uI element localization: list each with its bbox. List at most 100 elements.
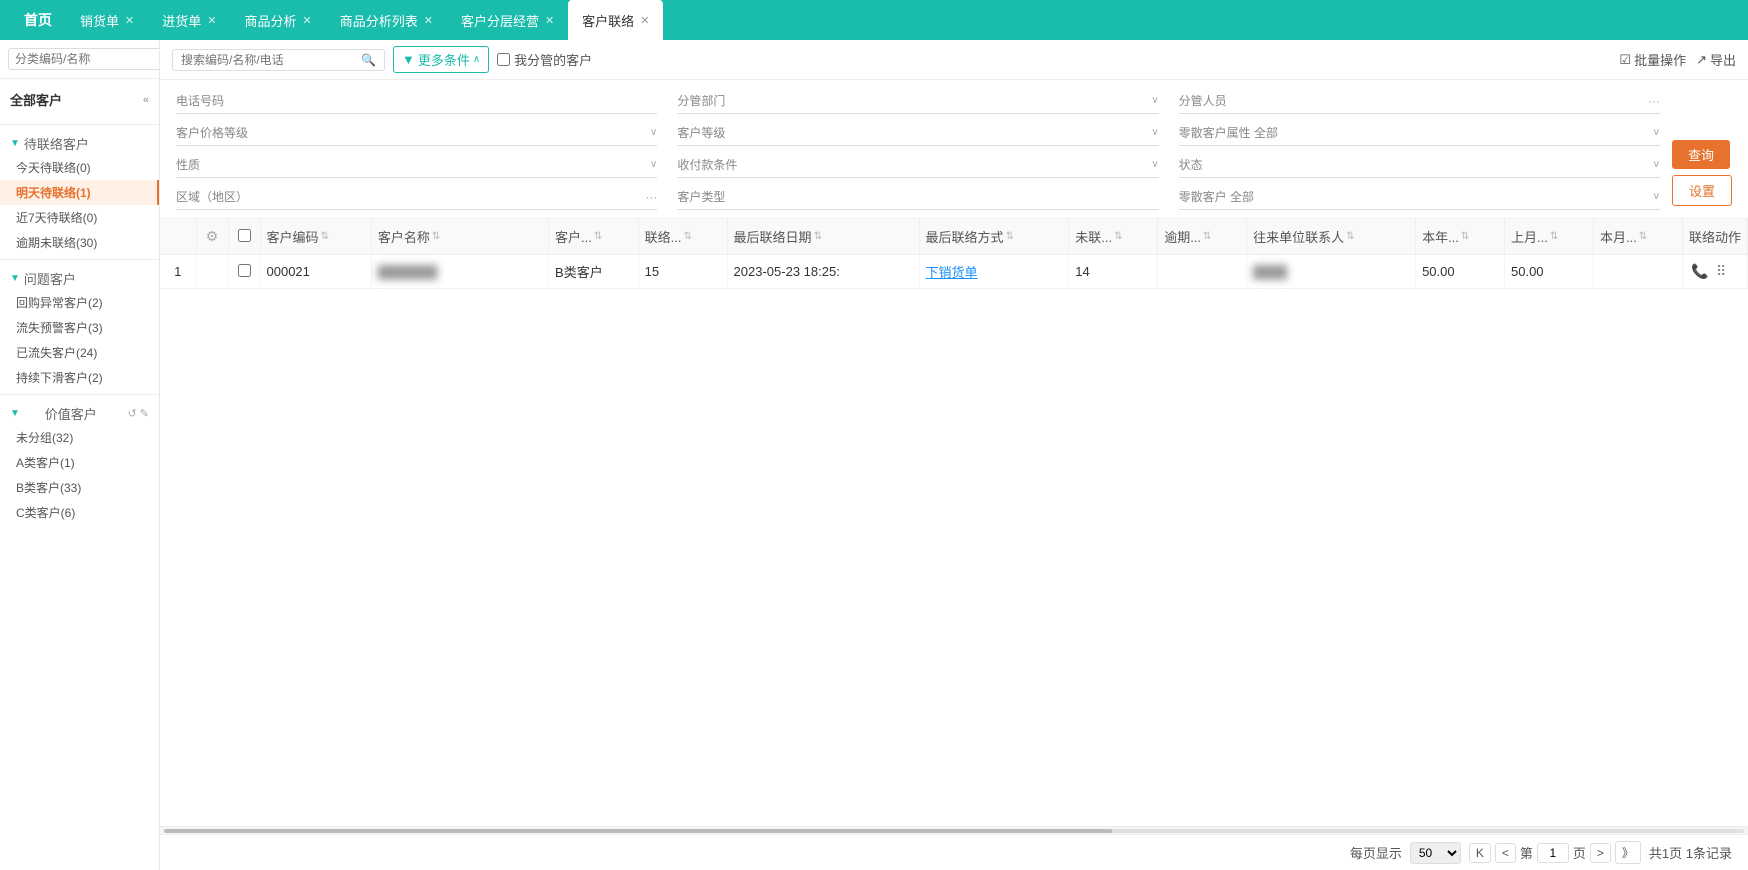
- filter-nature-input[interactable]: [208, 158, 657, 172]
- filter-person-input[interactable]: [1235, 94, 1660, 108]
- nav-sales[interactable]: 销货单 ✕: [66, 0, 148, 40]
- filter-payment-input[interactable]: [745, 158, 1158, 172]
- value-group-icons[interactable]: ↺ ✎: [127, 407, 149, 420]
- th-last-date[interactable]: 最后联络日期⇅: [727, 219, 919, 255]
- sidebar-item-b-class[interactable]: B类客户(33): [0, 475, 159, 500]
- sidebar-item-churn-warn[interactable]: 流失预警客户(3): [0, 315, 159, 340]
- nav-close-sales[interactable]: ✕: [125, 14, 134, 27]
- filter-status-input[interactable]: [1211, 158, 1660, 172]
- scrollbar-track: [164, 829, 1744, 833]
- th-gear[interactable]: ⚙: [196, 219, 228, 255]
- nav-close-customer-mgmt[interactable]: ✕: [545, 14, 554, 27]
- sidebar-item-today[interactable]: 今天待联络(0): [0, 155, 159, 180]
- row-checkbox[interactable]: [238, 264, 251, 277]
- sidebar-divider-2: [0, 259, 159, 260]
- th-last-method[interactable]: 最后联络方式⇅: [919, 219, 1069, 255]
- th-name[interactable]: 客户名称⇅: [371, 219, 548, 255]
- filter-region-input[interactable]: [256, 190, 657, 204]
- th-contact-count[interactable]: 联络...⇅: [638, 219, 727, 255]
- filter-arrow-icon: ∧: [473, 54, 480, 65]
- th-code[interactable]: 客户编码⇅: [260, 219, 371, 255]
- scrollbar-thumb[interactable]: [164, 829, 1112, 833]
- th-no-contact[interactable]: 未联...⇅: [1069, 219, 1158, 255]
- td-gear-cell: [196, 255, 228, 289]
- page-last-btn[interactable]: 》: [1615, 841, 1641, 864]
- th-overdue[interactable]: 逾期...⇅: [1158, 219, 1247, 255]
- th-this-year[interactable]: 本年...⇅: [1416, 219, 1505, 255]
- filter-scatter-attr-input[interactable]: [1286, 126, 1660, 140]
- per-page-select[interactable]: 50 100 200: [1410, 842, 1461, 864]
- filter-scatter-attr: 零散客户属性 全部 ∨: [1179, 120, 1660, 146]
- filter-scatter-customer-arrow[interactable]: ∨: [1653, 191, 1660, 202]
- td-type: B类客户: [549, 255, 639, 289]
- filter-more-btn[interactable]: ▼ 更多条件 ∧: [393, 46, 489, 73]
- horizontal-scrollbar[interactable]: [160, 826, 1748, 834]
- nav-close-analysis[interactable]: ✕: [302, 14, 311, 27]
- grid-icon[interactable]: ⠿: [1716, 263, 1726, 279]
- last-method-link[interactable]: 下销货单: [926, 265, 978, 280]
- filter-dept-input[interactable]: [733, 94, 1158, 108]
- batch-op-btn[interactable]: ☑ 批量操作: [1619, 50, 1686, 69]
- filter-dept-arrow[interactable]: ∨: [1151, 95, 1158, 106]
- sidebar-item-churned[interactable]: 已流失客户(24): [0, 340, 159, 365]
- gear-icon[interactable]: ⚙: [206, 228, 219, 244]
- filter-customer-level-arrow[interactable]: ∨: [1151, 127, 1158, 138]
- nav-close-purchase[interactable]: ✕: [207, 14, 216, 27]
- nav-analysis-list[interactable]: 商品分析列表 ✕: [326, 0, 447, 40]
- sidebar-item-c-class[interactable]: C类客户(6): [0, 500, 159, 525]
- nav-analysis[interactable]: 商品分析 ✕: [230, 0, 325, 40]
- nav-close-customer-contact[interactable]: ✕: [640, 14, 649, 27]
- filter-phone-input[interactable]: [232, 94, 657, 108]
- td-checkbox-cell[interactable]: [228, 255, 260, 289]
- page-prev-btn[interactable]: <: [1495, 843, 1516, 863]
- page-next-btn[interactable]: >: [1590, 843, 1611, 863]
- sidebar-item-7days[interactable]: 近7天待联络(0): [0, 205, 159, 230]
- nav-purchase[interactable]: 进货单 ✕: [148, 0, 230, 40]
- sidebar-item-ungrouped[interactable]: 未分组(32): [0, 425, 159, 450]
- page-first-btn[interactable]: K: [1469, 843, 1491, 863]
- sidebar-group-pending[interactable]: 待联络客户: [0, 129, 159, 155]
- page-input[interactable]: [1537, 843, 1569, 863]
- my-customers-checkbox[interactable]: [497, 53, 510, 66]
- sidebar-all-customers[interactable]: 全部客户 «: [0, 85, 159, 114]
- settings-button[interactable]: 设置: [1672, 175, 1732, 206]
- filter-scatter-attr-arrow[interactable]: ∨: [1653, 127, 1660, 138]
- nav-close-analysis-list[interactable]: ✕: [424, 14, 433, 27]
- sidebar-group-problem[interactable]: 问题客户: [0, 264, 159, 290]
- search-input[interactable]: [181, 53, 361, 67]
- sidebar-search-input[interactable]: [8, 48, 160, 70]
- th-checkbox[interactable]: [228, 219, 260, 255]
- filter-customer-level-input[interactable]: [733, 126, 1158, 140]
- sidebar-item-tomorrow[interactable]: 明天待联络(1): [0, 180, 159, 205]
- my-customers-checkbox-label[interactable]: 我分管的客户: [497, 50, 592, 69]
- table-area: ⚙ 客户编码⇅ 客户名称⇅ 客户...⇅: [160, 219, 1748, 826]
- filter-region-dots[interactable]: ···: [645, 190, 657, 204]
- search-icon[interactable]: 🔍: [361, 53, 376, 67]
- filter-price-level-input[interactable]: [256, 126, 657, 140]
- query-button[interactable]: 查询: [1672, 140, 1730, 169]
- nav-customer-contact[interactable]: 客户联络 ✕: [568, 0, 663, 40]
- filter-status-arrow[interactable]: ∨: [1653, 159, 1660, 170]
- sort-last-method-icon: ⇅: [1006, 231, 1014, 242]
- filter-nature-arrow[interactable]: ∨: [650, 159, 657, 170]
- phone-icon[interactable]: 📞: [1691, 263, 1708, 279]
- sidebar-item-overdue[interactable]: 逾期未联络(30): [0, 230, 159, 255]
- nav-home[interactable]: 首页: [10, 0, 66, 40]
- th-contact-person[interactable]: 往来单位联系人⇅: [1247, 219, 1416, 255]
- th-type[interactable]: 客户...⇅: [549, 219, 639, 255]
- td-last-method[interactable]: 下销货单: [919, 255, 1069, 289]
- filter-payment-arrow[interactable]: ∨: [1151, 159, 1158, 170]
- filter-price-level-arrow[interactable]: ∨: [650, 127, 657, 138]
- th-last-month[interactable]: 上月...⇅: [1505, 219, 1594, 255]
- sidebar-group-value[interactable]: 价值客户 ↺ ✎: [0, 399, 159, 425]
- select-all-checkbox[interactable]: [238, 229, 251, 242]
- filter-scatter-customer-input[interactable]: [1262, 190, 1660, 204]
- nav-customer-mgmt[interactable]: 客户分层经营 ✕: [447, 0, 568, 40]
- sidebar-item-a-class[interactable]: A类客户(1): [0, 450, 159, 475]
- export-btn[interactable]: ↗ 导出: [1696, 50, 1736, 69]
- filter-customer-type-input[interactable]: [733, 190, 1158, 204]
- th-this-month[interactable]: 本月...⇅: [1593, 219, 1682, 255]
- filter-person-dots[interactable]: ···: [1648, 94, 1660, 108]
- sidebar-item-declining[interactable]: 持续下滑客户(2): [0, 365, 159, 390]
- sidebar-item-abnormal[interactable]: 回购异常客户(2): [0, 290, 159, 315]
